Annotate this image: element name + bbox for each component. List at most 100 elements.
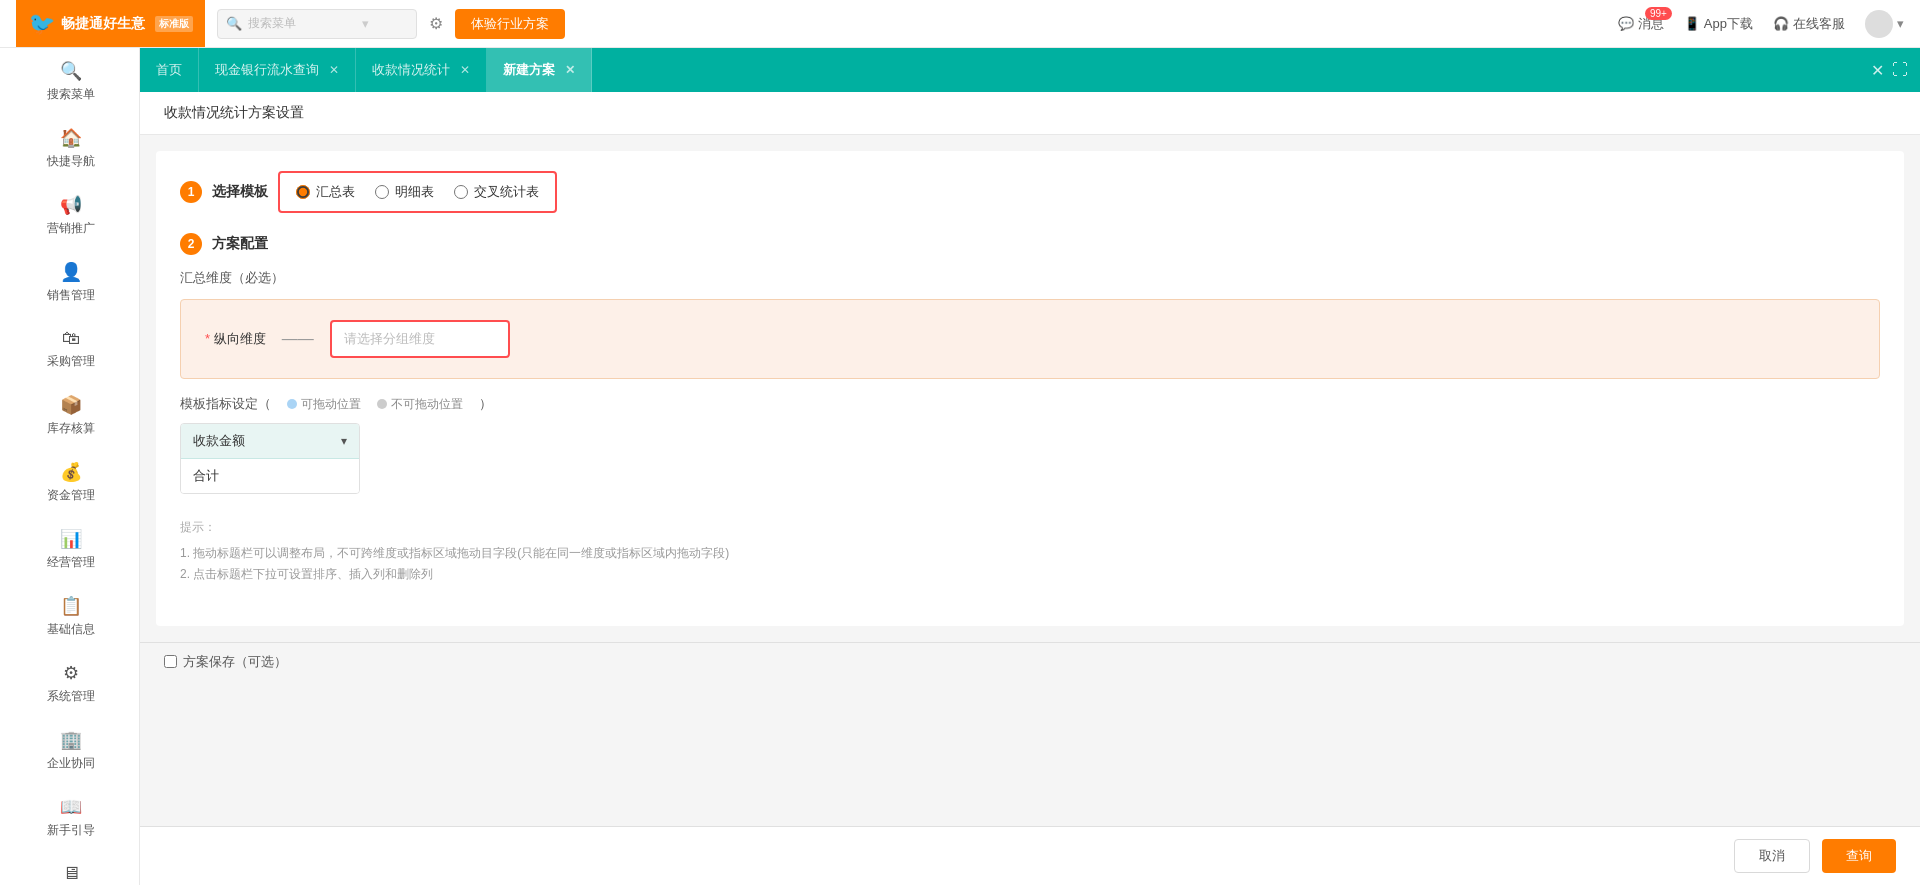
online-service-button[interactable]: 🎧 在线客服 <box>1773 15 1845 33</box>
message-badge: 99+ <box>1645 7 1672 20</box>
system-icon: ⚙ <box>63 662 79 684</box>
guide-icon: 📖 <box>60 796 82 818</box>
search-icon: 🔍 <box>226 16 242 31</box>
app-download-button[interactable]: 📱 App下载 <box>1684 15 1753 33</box>
step1-title: 选择模板 <box>212 183 268 201</box>
settings-icon[interactable]: ⚙ <box>429 14 443 33</box>
dimension-arrow: —— <box>282 330 314 348</box>
service-label: 在线客服 <box>1793 15 1845 33</box>
sidebar-item-marketing[interactable]: 📢 营销推广 <box>0 182 139 249</box>
template-summary-radio[interactable] <box>296 185 310 199</box>
sidebar-item-enterprise[interactable]: 🏢 企业协同 <box>0 717 139 784</box>
inventory-icon: 📦 <box>60 394 82 416</box>
step1-section: 1 选择模板 汇总表 明细表 <box>180 171 1880 213</box>
home-icon: 🏠 <box>60 127 82 149</box>
dimension-section-label: 汇总维度（必选） <box>180 269 1880 287</box>
dimension-area: * 纵向维度 —— 请选择分组维度 <box>180 299 1880 379</box>
trial-button[interactable]: 体验行业方案 <box>455 9 565 39</box>
template-detail-radio[interactable] <box>375 185 389 199</box>
sidebar-item-label: 基础信息 <box>47 621 95 638</box>
sidebar-item-purchase[interactable]: 🛍 采购管理 <box>0 316 139 382</box>
template-cross-option[interactable]: 交叉统计表 <box>454 183 539 201</box>
tip2: 2. 点击标题栏下拉可设置排序、插入列和删除列 <box>180 564 1880 586</box>
metrics-header-dropdown[interactable]: ▾ <box>341 434 347 448</box>
dimension-placeholder: 请选择分组维度 <box>344 331 435 346</box>
tab-bar: 首页 现金银行流水查询 ✕ 收款情况统计 ✕ 新建方案 ✕ ✕ ⛶ <box>140 48 1920 92</box>
query-button[interactable]: 查询 <box>1822 839 1896 873</box>
template-detail-label: 明细表 <box>395 183 434 201</box>
marketing-icon: 📢 <box>60 194 82 216</box>
save-checkbox[interactable] <box>164 655 177 668</box>
top-search-bar[interactable]: 🔍 搜索菜单 ▾ <box>217 9 417 39</box>
sidebar-item-home[interactable]: 🏠 快捷导航 <box>0 115 139 182</box>
sidebar-item-finance[interactable]: 💰 资金管理 <box>0 449 139 516</box>
form-container: 1 选择模板 汇总表 明细表 <box>156 151 1904 626</box>
template-selection: 汇总表 明细表 交叉统计表 <box>278 171 557 213</box>
fixed-dot <box>377 399 387 409</box>
search-menu-icon: 🔍 <box>60 60 82 82</box>
template-cross-radio[interactable] <box>454 185 468 199</box>
tab-newplan-close[interactable]: ✕ <box>565 63 575 77</box>
sidebar-item-sales[interactable]: 👤 销售管理 <box>0 249 139 316</box>
movable-label: 可拖动位置 <box>301 396 361 413</box>
page-title: 收款情况统计方案设置 <box>164 104 304 120</box>
metrics-header: 收款金额 ▾ <box>181 424 359 459</box>
fixed-tag: 不可拖动位置 <box>377 396 463 413</box>
sidebar-item-label: 资金管理 <box>47 487 95 504</box>
sales-icon: 👤 <box>60 261 82 283</box>
message-button[interactable]: 💬 消息 99+ <box>1618 15 1664 33</box>
top-header: 🐦 畅捷通好生意 标准版 🔍 搜索菜单 ▾ ⚙ 体验行业方案 💬 消息 99+ … <box>0 0 1920 48</box>
user-menu[interactable]: ▾ <box>1865 10 1904 38</box>
dimension-select[interactable]: 请选择分组维度 <box>330 320 510 358</box>
sidebar-item-guide[interactable]: 📖 新手引导 <box>0 784 139 851</box>
tab-close-all-icon[interactable]: ✕ <box>1871 61 1884 80</box>
logo-area: 🐦 畅捷通好生意 标准版 <box>16 0 205 47</box>
user-dropdown-icon: ▾ <box>1897 16 1904 31</box>
tab-expand-icon[interactable]: ⛶ <box>1892 61 1908 79</box>
tab-bar-actions: ✕ ⛶ <box>1871 61 1920 80</box>
sidebar-item-hardware[interactable]: 🖥 智能硬件 <box>0 851 139 885</box>
sidebar-item-label: 采购管理 <box>47 353 95 370</box>
sidebar-item-operations[interactable]: 📊 经营管理 <box>0 516 139 583</box>
sidebar-item-label: 企业协同 <box>47 755 95 772</box>
logo-icon: 🐦 <box>28 11 55 37</box>
tab-cashbank-close[interactable]: ✕ <box>329 63 339 77</box>
enterprise-icon: 🏢 <box>60 729 82 751</box>
metrics-label-text: 模板指标设定（ <box>180 395 271 413</box>
page-footer: 方案保存（可选） <box>140 642 1920 681</box>
step1-header: 1 选择模板 汇总表 明细表 <box>180 171 1880 213</box>
required-star: * 纵向维度 <box>205 330 266 348</box>
movable-tag: 可拖动位置 <box>287 396 361 413</box>
content-area: 首页 现金银行流水查询 ✕ 收款情况统计 ✕ 新建方案 ✕ ✕ ⛶ <box>140 48 1920 885</box>
sidebar-item-label: 库存核算 <box>47 420 95 437</box>
sidebar-item-inventory[interactable]: 📦 库存核算 <box>0 382 139 449</box>
sidebar: 🔍 搜索菜单 🏠 快捷导航 📢 营销推广 👤 销售管理 🛍 采购管理 📦 库存核… <box>0 48 140 885</box>
page-content: 收款情况统计方案设置 1 选择模板 汇总表 <box>140 92 1920 826</box>
message-icon: 💬 <box>1618 16 1634 31</box>
tab-newplan[interactable]: 新建方案 ✕ <box>487 48 592 92</box>
tab-cashbank[interactable]: 现金银行流水查询 ✕ <box>199 48 356 92</box>
template-detail-option[interactable]: 明细表 <box>375 183 434 201</box>
step2-section: 2 方案配置 汇总维度（必选） * 纵向维度 —— 请选择分组维度 <box>180 233 1880 586</box>
finance-icon: 💰 <box>60 461 82 483</box>
save-option[interactable]: 方案保存（可选） <box>164 653 287 671</box>
tab-receipts-label: 收款情况统计 <box>372 61 450 79</box>
operations-icon: 📊 <box>60 528 82 550</box>
sidebar-item-system[interactable]: ⚙ 系统管理 <box>0 650 139 717</box>
sidebar-item-basics[interactable]: 📋 基础信息 <box>0 583 139 650</box>
sidebar-item-label: 搜索菜单 <box>47 86 95 103</box>
sidebar-item-search[interactable]: 🔍 搜索菜单 <box>0 48 139 115</box>
cancel-button[interactable]: 取消 <box>1734 839 1810 873</box>
dimension-row: * 纵向维度 —— 请选择分组维度 <box>205 320 1855 358</box>
sidebar-item-label: 新手引导 <box>47 822 95 839</box>
hardware-icon: 🖥 <box>62 863 80 884</box>
template-summary-option[interactable]: 汇总表 <box>296 183 355 201</box>
sidebar-item-label: 经营管理 <box>47 554 95 571</box>
tab-receipts-close[interactable]: ✕ <box>460 63 470 77</box>
step2-header: 2 方案配置 <box>180 233 1880 255</box>
tab-receipts[interactable]: 收款情况统计 ✕ <box>356 48 487 92</box>
tab-home[interactable]: 首页 <box>140 48 199 92</box>
metrics-table: 收款金额 ▾ 合计 <box>180 423 360 494</box>
tab-cashbank-label: 现金银行流水查询 <box>215 61 319 79</box>
sidebar-item-label: 系统管理 <box>47 688 95 705</box>
